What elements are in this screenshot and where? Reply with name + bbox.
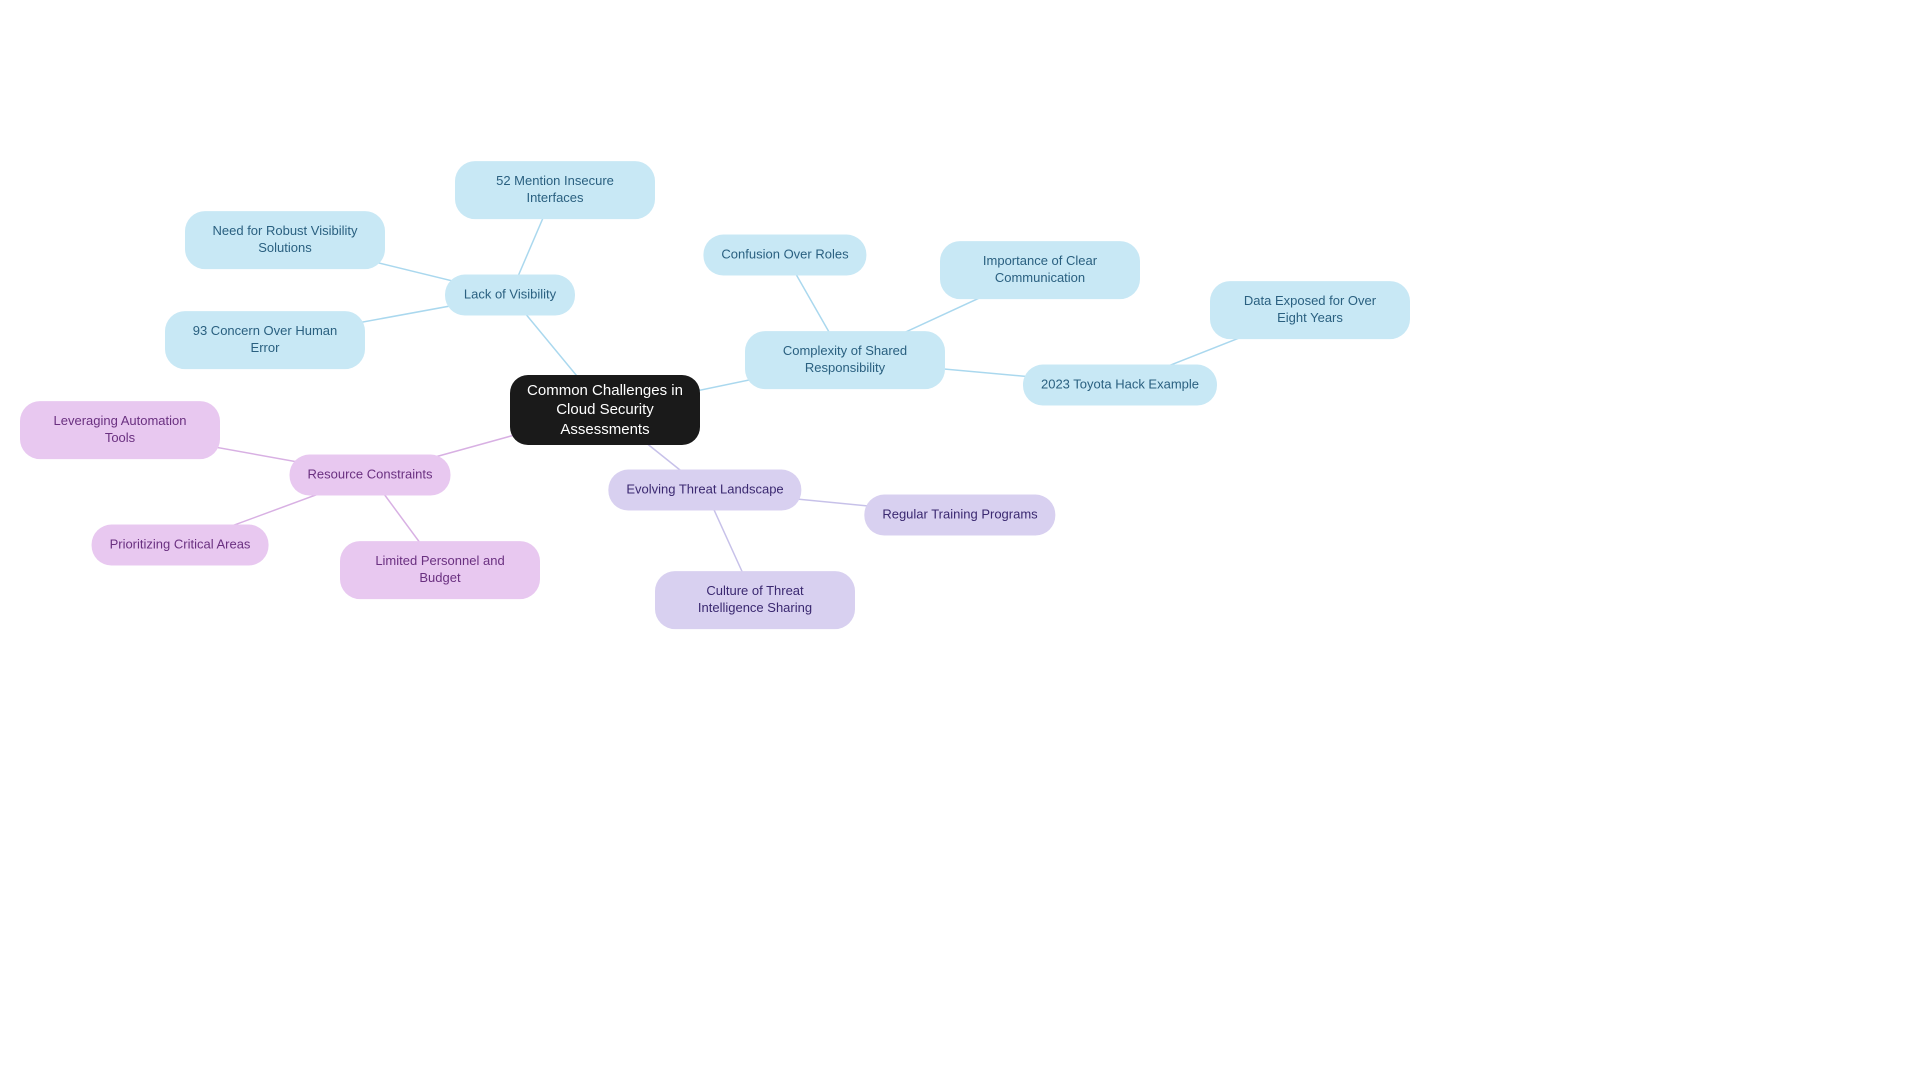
node-label-need-robust-visibility: Need for Robust Visibility Solutions — [203, 223, 367, 257]
node-label-importance-clear-comm: Importance of Clear Communication — [958, 253, 1122, 287]
node-label-data-exposed: Data Exposed for Over Eight Years — [1228, 293, 1392, 327]
node-culture-threat-intel: Culture of Threat Intelligence Sharing — [655, 571, 855, 629]
node-label-culture-threat-intel: Culture of Threat Intelligence Sharing — [673, 583, 837, 617]
mind-map-container: Common Challenges in Cloud Security Asse… — [0, 0, 1920, 1083]
node-label-regular-training: Regular Training Programs — [882, 507, 1037, 524]
node-label-lack-of-visibility: Lack of Visibility — [464, 287, 556, 304]
node-label-resource-constraints: Resource Constraints — [308, 467, 433, 484]
node-93-concern: 93 Concern Over Human Error — [165, 311, 365, 369]
node-confusion-roles: Confusion Over Roles — [703, 235, 866, 276]
node-importance-clear-comm: Importance of Clear Communication — [940, 241, 1140, 299]
connections-svg — [0, 0, 1920, 1083]
node-evolving-threat: Evolving Threat Landscape — [608, 470, 801, 511]
node-label-complexity-shared: Complexity of Shared Responsibility — [763, 343, 927, 377]
node-label-2023-toyota: 2023 Toyota Hack Example — [1041, 377, 1199, 394]
node-label-93-concern: 93 Concern Over Human Error — [183, 323, 347, 357]
node-need-robust-visibility: Need for Robust Visibility Solutions — [185, 211, 385, 269]
node-center: Common Challenges in Cloud Security Asse… — [510, 375, 700, 445]
node-limited-personnel: Limited Personnel and Budget — [340, 541, 540, 599]
node-label-leveraging-automation: Leveraging Automation Tools — [38, 413, 202, 447]
node-2023-toyota: 2023 Toyota Hack Example — [1023, 365, 1217, 406]
node-label-limited-personnel: Limited Personnel and Budget — [358, 553, 522, 587]
node-prioritizing-critical: Prioritizing Critical Areas — [92, 525, 269, 566]
node-label-evolving-threat: Evolving Threat Landscape — [626, 482, 783, 499]
node-52-insecure: 52 Mention Insecure Interfaces — [455, 161, 655, 219]
node-lack-of-visibility: Lack of Visibility — [445, 275, 575, 316]
node-complexity-shared: Complexity of Shared Responsibility — [745, 331, 945, 389]
node-leveraging-automation: Leveraging Automation Tools — [20, 401, 220, 459]
node-regular-training: Regular Training Programs — [864, 495, 1055, 536]
node-resource-constraints: Resource Constraints — [290, 455, 451, 496]
node-label-prioritizing-critical: Prioritizing Critical Areas — [110, 537, 251, 554]
node-label-52-insecure: 52 Mention Insecure Interfaces — [473, 173, 637, 207]
node-label-confusion-roles: Confusion Over Roles — [721, 247, 848, 264]
node-label-center: Common Challenges in Cloud Security Asse… — [525, 381, 685, 440]
node-data-exposed: Data Exposed for Over Eight Years — [1210, 281, 1410, 339]
